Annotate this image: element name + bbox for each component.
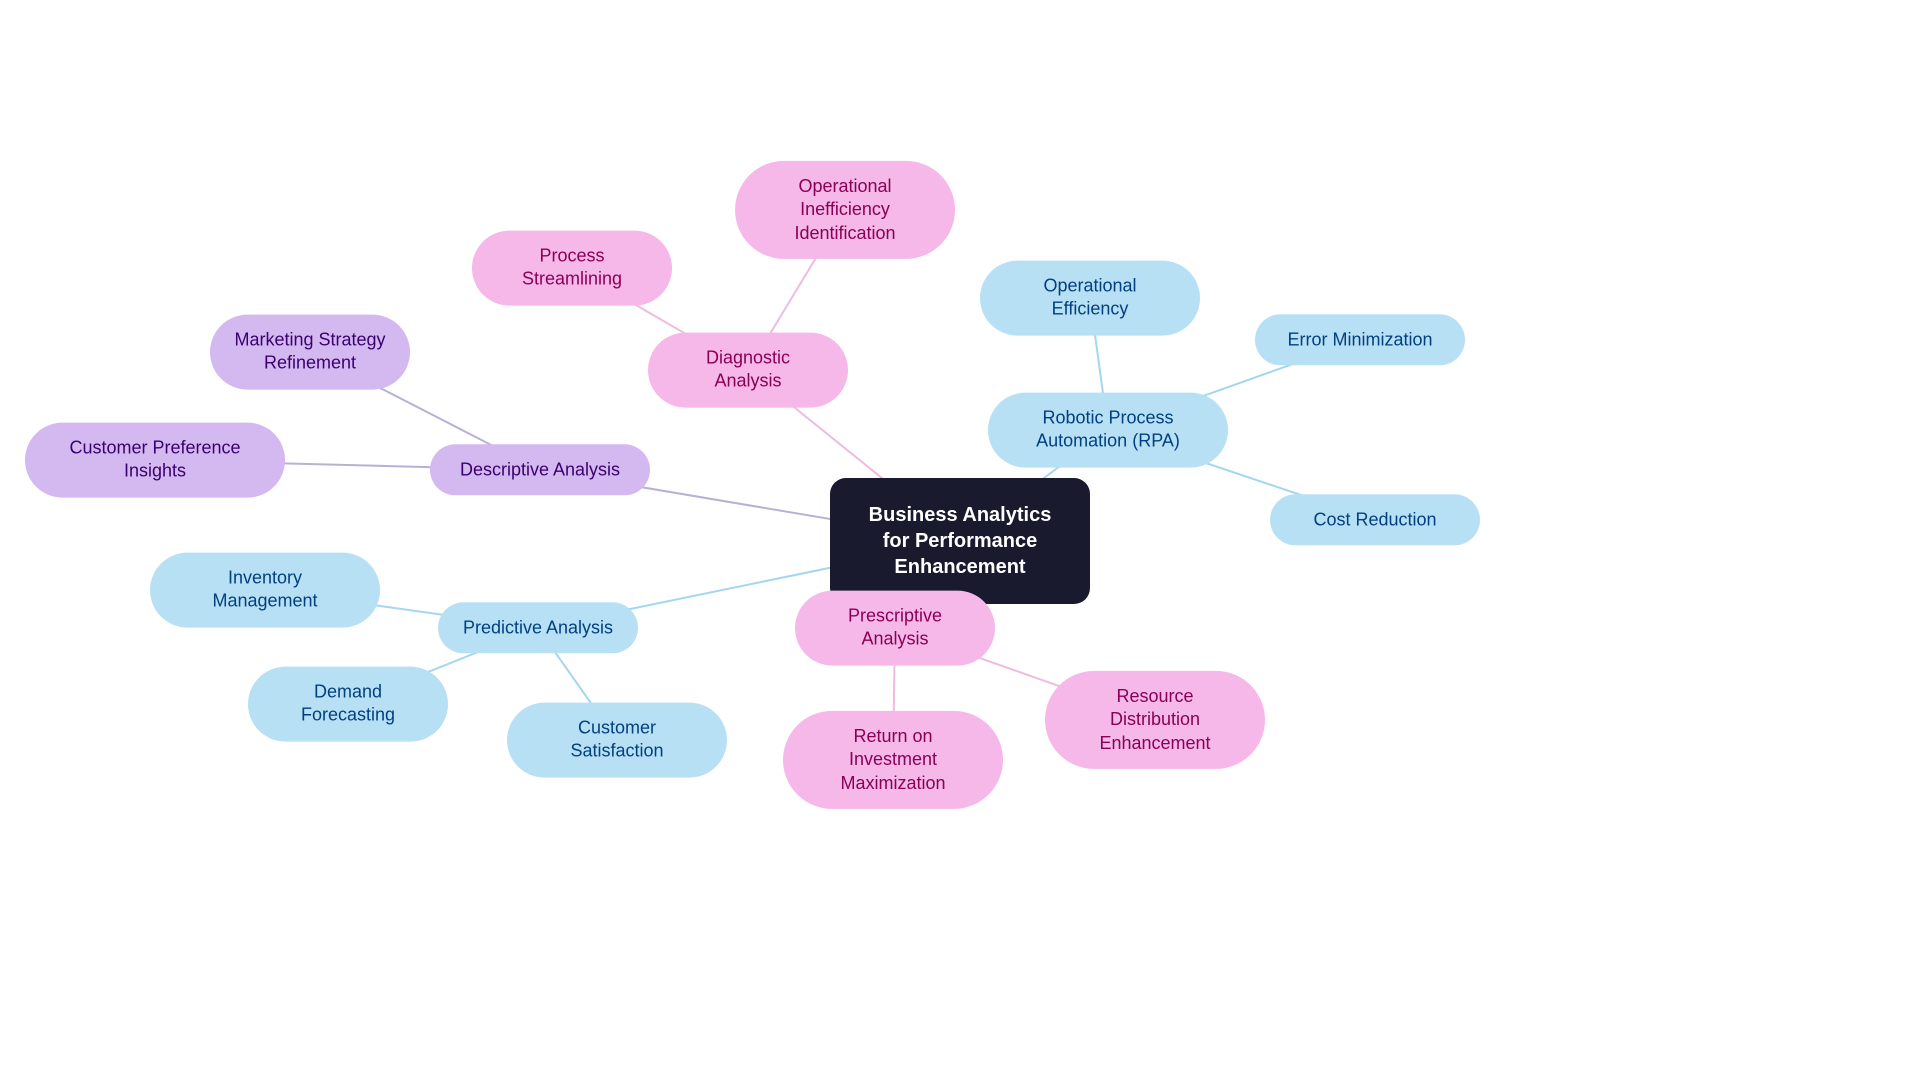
node-rpa: Robotic Process Automation (RPA) [988,393,1228,468]
node-process_stream: Process Streamlining [472,231,672,306]
node-error_min: Error Minimization [1255,314,1465,365]
node-resource: Resource Distribution Enhancement [1045,671,1265,769]
node-op_ineff: Operational Inefficiency Identification [735,161,955,259]
node-inventory: Inventory Management [150,553,380,628]
node-prescriptive: Prescriptive Analysis [795,591,995,666]
node-diagnostic: Diagnostic Analysis [648,333,848,408]
node-cust_sat: Customer Satisfaction [507,703,727,778]
node-predictive: Predictive Analysis [438,602,638,653]
node-demand: Demand Forecasting [248,667,448,742]
node-marketing: Marketing Strategy Refinement [210,315,410,390]
node-roi: Return on Investment Maximization [783,711,1003,809]
node-customer_pref: Customer Preference Insights [25,423,285,498]
node-op_eff: Operational Efficiency [980,261,1200,336]
node-descriptive: Descriptive Analysis [430,444,650,495]
node-cost_red: Cost Reduction [1270,494,1480,545]
node-center: Business Analytics for Performance Enhan… [830,478,1090,604]
mindmap-container: Business Analytics for Performance Enhan… [0,0,1920,1083]
